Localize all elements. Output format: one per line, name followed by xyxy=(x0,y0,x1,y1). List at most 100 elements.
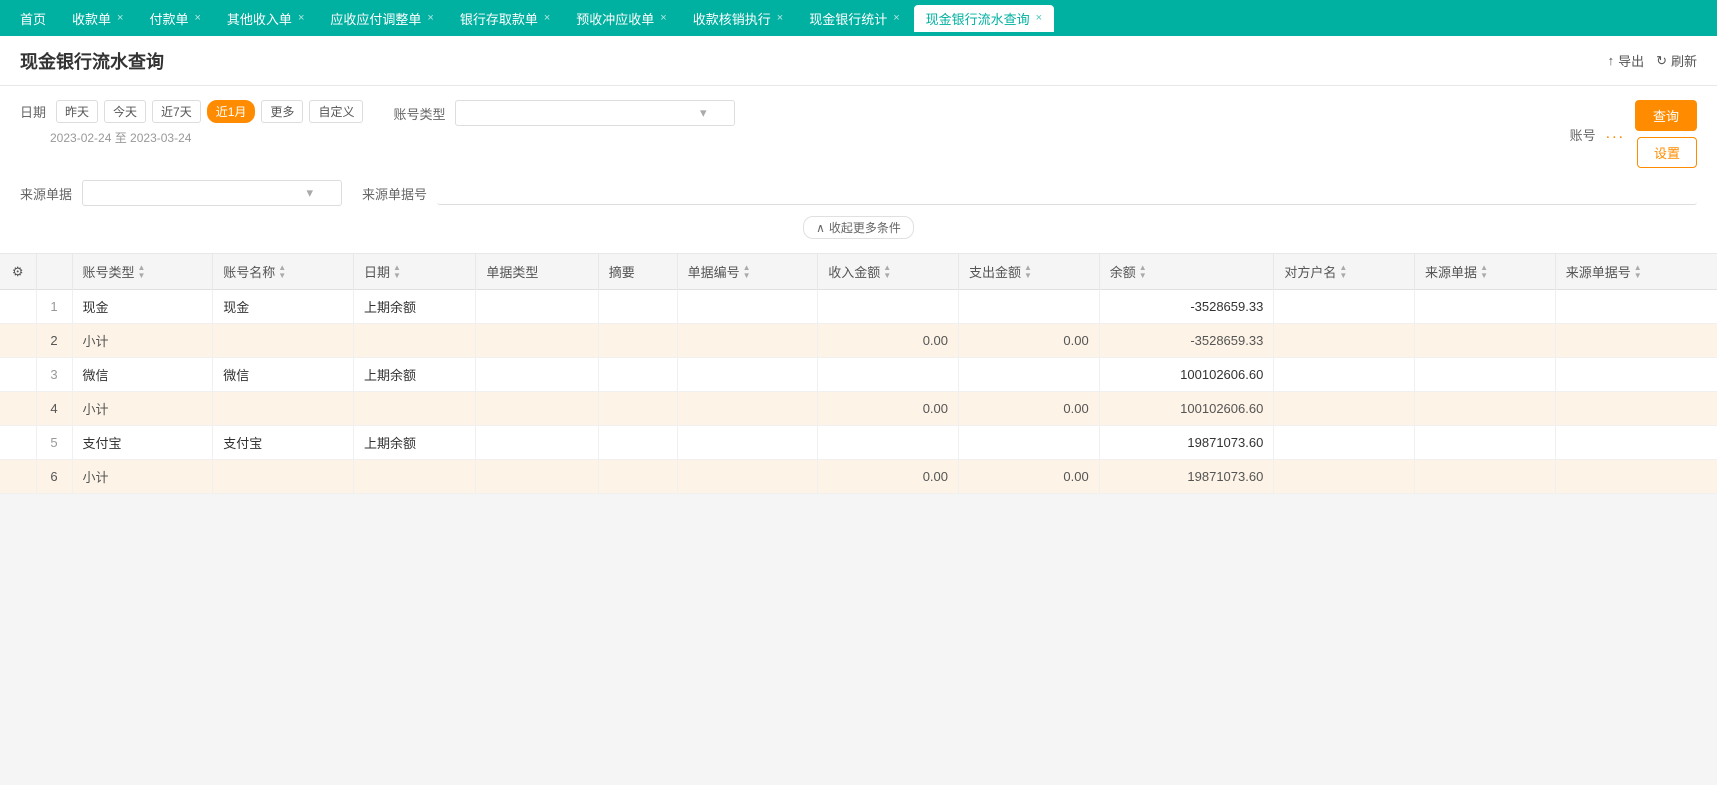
query-button[interactable]: 查询 xyxy=(1635,100,1697,131)
th-counterpart[interactable]: 对方户名 ▲▼ xyxy=(1274,254,1415,290)
table-row[interactable]: 2小计0.000.00-3528659.33 xyxy=(0,324,1717,358)
nav-item-receipt-execute[interactable]: 收款核销执行 × xyxy=(681,5,795,32)
table-cell xyxy=(476,358,598,392)
export-button[interactable]: ↑ 导出 xyxy=(1608,51,1645,70)
th-source-doc-no[interactable]: 来源单据号 ▲▼ xyxy=(1555,254,1717,290)
table-cell xyxy=(677,290,818,324)
nav-item-label: 银行存取款单 xyxy=(460,9,538,28)
nav-item-label: 应收应付调整单 xyxy=(330,9,421,28)
table-cell xyxy=(476,460,598,494)
th-expense[interactable]: 支出金额 ▲▼ xyxy=(959,254,1100,290)
th-gear[interactable]: ⚙ xyxy=(0,254,36,290)
table-cell xyxy=(1555,460,1717,494)
table-cell: 0.00 xyxy=(959,324,1100,358)
th-source-doc[interactable]: 来源单据 ▲▼ xyxy=(1415,254,1556,290)
close-icon[interactable]: × xyxy=(1036,12,1042,24)
table-cell: 上期余额 xyxy=(353,290,475,324)
settings-button[interactable]: 设置 xyxy=(1637,137,1697,168)
nav-item-advance-offset[interactable]: 预收冲应收单 × xyxy=(564,5,678,32)
table-cell xyxy=(0,290,36,324)
table-cell: 现金 xyxy=(72,290,213,324)
source-doc-select[interactable]: ▾ xyxy=(82,180,342,206)
close-icon[interactable]: × xyxy=(298,12,304,24)
table-cell xyxy=(1555,358,1717,392)
table-cell xyxy=(476,324,598,358)
header-actions: ↑ 导出 ↻ 刷新 xyxy=(1608,51,1697,70)
table-cell xyxy=(677,358,818,392)
nav-item-label: 预收冲应收单 xyxy=(576,9,654,28)
close-icon[interactable]: × xyxy=(777,12,783,24)
sort-arrows-balance: ▲▼ xyxy=(1139,264,1147,280)
table-cell: 0.00 xyxy=(818,392,959,426)
table-cell xyxy=(598,358,677,392)
th-summary: 摘要 xyxy=(598,254,677,290)
refresh-button[interactable]: ↻ 刷新 xyxy=(1656,51,1697,70)
nav-item-receipts[interactable]: 收款单 × xyxy=(60,5,135,32)
account-dots-button[interactable]: ... xyxy=(1606,125,1625,143)
table-row[interactable]: 4小计0.000.00100102606.60 xyxy=(0,392,1717,426)
table-row[interactable]: 3微信微信上期余额100102606.60 xyxy=(0,358,1717,392)
table-cell xyxy=(1555,290,1717,324)
table-cell xyxy=(959,358,1100,392)
table-cell xyxy=(1555,426,1717,460)
table-cell: 3 xyxy=(36,358,72,392)
table-row[interactable]: 6小计0.000.0019871073.60 xyxy=(0,460,1717,494)
nav-item-other-income[interactable]: 其他收入单 × xyxy=(215,5,316,32)
th-balance[interactable]: 余额 ▲▼ xyxy=(1099,254,1274,290)
table-cell xyxy=(476,290,598,324)
close-icon[interactable]: × xyxy=(893,12,899,24)
export-icon: ↑ xyxy=(1608,53,1615,68)
sort-arrows-counterpart: ▲▼ xyxy=(1339,264,1347,280)
nav-item-bank-deposit[interactable]: 银行存取款单 × xyxy=(448,5,562,32)
table-cell xyxy=(677,392,818,426)
account-type-select[interactable]: ▾ xyxy=(455,100,735,126)
table-cell xyxy=(213,460,354,494)
date-range: 2023-02-24 至 2023-03-24 xyxy=(50,129,363,146)
sort-arrows-account-type: ▲▼ xyxy=(138,264,146,280)
th-account-type[interactable]: 账号类型 ▲▼ xyxy=(72,254,213,290)
date-btn-7days[interactable]: 近7天 xyxy=(152,100,201,123)
close-icon[interactable]: × xyxy=(427,12,433,24)
table-cell xyxy=(1274,460,1415,494)
nav-item-label: 收款单 xyxy=(72,9,111,28)
date-btn-1month[interactable]: 近1月 xyxy=(207,100,256,123)
close-icon[interactable]: × xyxy=(194,12,200,24)
nav-item-label: 付款单 xyxy=(149,9,188,28)
th-doc-no[interactable]: 单据编号 ▲▼ xyxy=(677,254,818,290)
nav-item-cash-stats[interactable]: 现金银行统计 × xyxy=(797,5,911,32)
close-icon[interactable]: × xyxy=(544,12,550,24)
table-row[interactable]: 1现金现金上期余额-3528659.33 xyxy=(0,290,1717,324)
page-title: 现金银行流水查询 xyxy=(20,48,164,74)
table-cell xyxy=(818,290,959,324)
collapse-bar: ∧ 收起更多条件 xyxy=(20,216,1697,239)
date-btn-custom[interactable]: 自定义 xyxy=(309,100,363,123)
nav-item-payments[interactable]: 付款单 × xyxy=(137,5,212,32)
th-account-name[interactable]: 账号名称 ▲▼ xyxy=(213,254,354,290)
table-row[interactable]: 5支付宝支付宝上期余额19871073.60 xyxy=(0,426,1717,460)
date-btn-more[interactable]: 更多 xyxy=(261,100,303,123)
th-income[interactable]: 收入金额 ▲▼ xyxy=(818,254,959,290)
table-cell xyxy=(1415,358,1556,392)
table-cell xyxy=(677,460,818,494)
table-cell xyxy=(476,392,598,426)
table-cell xyxy=(0,324,36,358)
nav-item-home[interactable]: 首页 xyxy=(8,5,58,32)
th-date[interactable]: 日期 ▲▼ xyxy=(353,254,475,290)
table-cell: 0.00 xyxy=(818,460,959,494)
nav-item-ar-ap-adjust[interactable]: 应收应付调整单 × xyxy=(318,5,445,32)
nav-item-cash-flow[interactable]: 现金银行流水查询 × xyxy=(914,5,1054,32)
date-btn-today[interactable]: 今天 xyxy=(104,100,146,123)
nav-item-label: 收款核销执行 xyxy=(693,9,771,28)
date-btn-yesterday[interactable]: 昨天 xyxy=(56,100,98,123)
page-header: 现金银行流水查询 ↑ 导出 ↻ 刷新 xyxy=(0,36,1717,86)
source-doc-num-label: 来源单据号 xyxy=(362,184,427,203)
close-icon[interactable]: × xyxy=(117,12,123,24)
sort-arrows-source-doc: ▲▼ xyxy=(1480,264,1488,280)
table-cell xyxy=(353,460,475,494)
table-cell: -3528659.33 xyxy=(1099,324,1274,358)
collapse-button[interactable]: ∧ 收起更多条件 xyxy=(803,216,914,239)
table-cell xyxy=(1274,358,1415,392)
source-doc-num-input[interactable] xyxy=(437,181,1697,205)
table-cell: 0.00 xyxy=(959,460,1100,494)
close-icon[interactable]: × xyxy=(660,12,666,24)
